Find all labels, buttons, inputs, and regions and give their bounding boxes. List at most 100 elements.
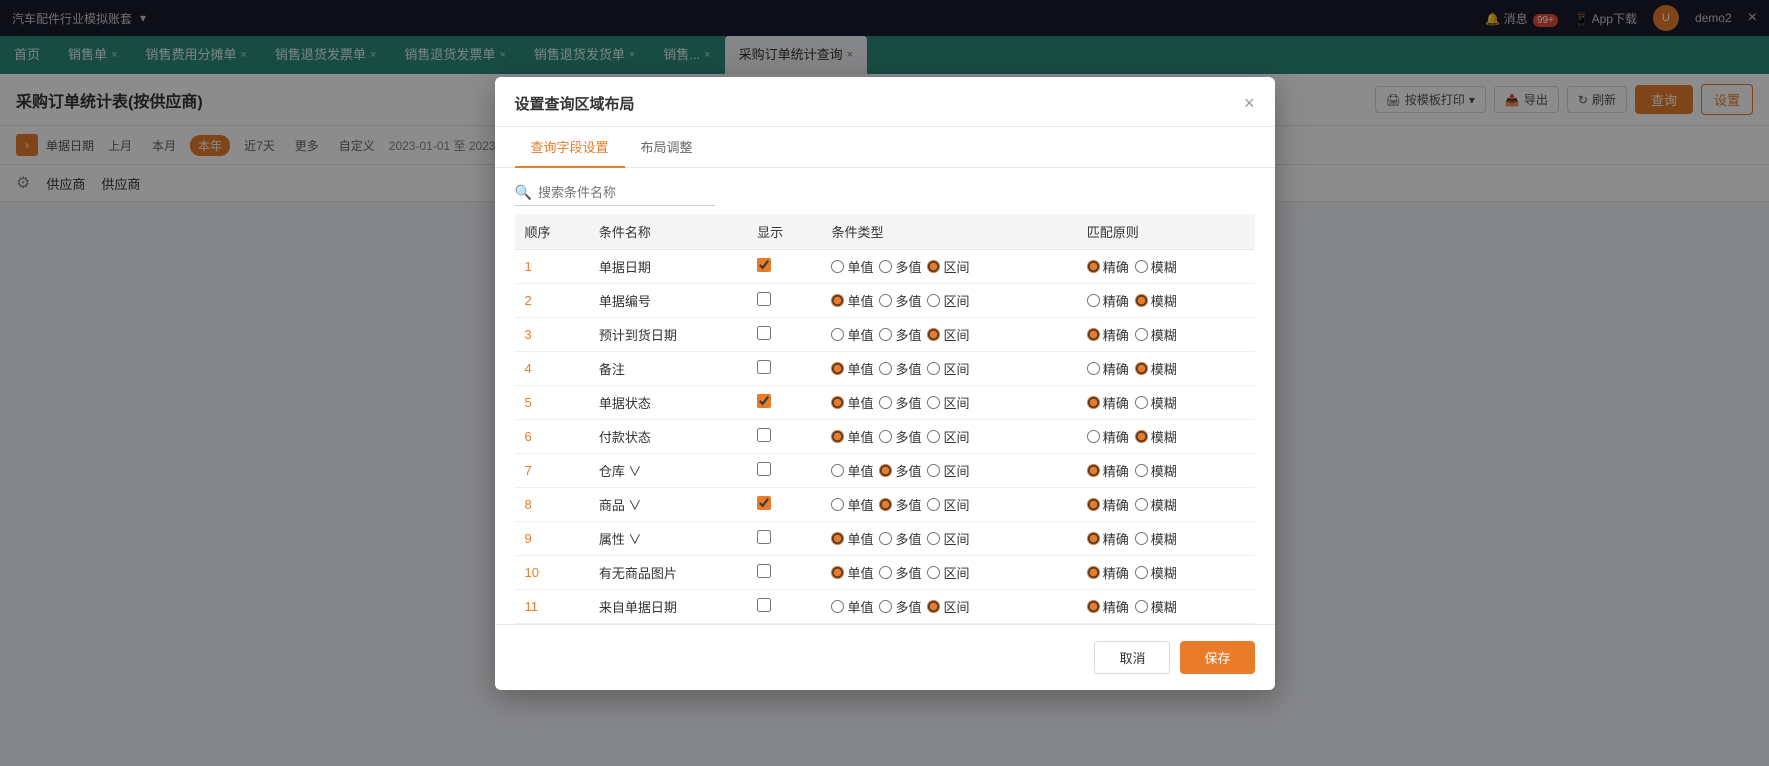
type-radio-区间[interactable]: 区间 xyxy=(927,359,969,378)
type-radio-单值[interactable]: 单值 xyxy=(831,325,873,344)
type-radio-区间[interactable]: 区间 xyxy=(927,529,969,548)
row-order: 2 xyxy=(515,283,589,317)
table-row: 4备注单值多值区间精确模糊 xyxy=(515,351,1255,385)
match-radio-精确[interactable]: 精确 xyxy=(1087,291,1129,310)
match-radio-精确[interactable]: 精确 xyxy=(1087,529,1129,548)
match-radio-精确[interactable]: 精确 xyxy=(1087,563,1129,582)
col-name: 条件名称 xyxy=(589,214,747,250)
row-display-checkbox[interactable] xyxy=(747,283,821,317)
type-radio-区间[interactable]: 区间 xyxy=(927,291,969,310)
type-radio-区间[interactable]: 区间 xyxy=(927,597,969,616)
row-display-checkbox[interactable] xyxy=(747,555,821,589)
row-order: 9 xyxy=(515,521,589,555)
type-radio-多值[interactable]: 多值 xyxy=(879,529,921,548)
type-radio-区间[interactable]: 区间 xyxy=(927,393,969,412)
type-radio-单值[interactable]: 单值 xyxy=(831,427,873,446)
type-radio-单值[interactable]: 单值 xyxy=(831,257,873,276)
row-match: 精确模糊 xyxy=(1077,521,1255,555)
type-radio-多值[interactable]: 多值 xyxy=(879,291,921,310)
type-radio-单值[interactable]: 单值 xyxy=(831,291,873,310)
display-checkbox[interactable] xyxy=(757,564,771,578)
type-radio-多值[interactable]: 多值 xyxy=(879,427,921,446)
type-radio-多值[interactable]: 多值 xyxy=(879,257,921,276)
match-radio-精确[interactable]: 精确 xyxy=(1087,393,1129,412)
match-radio-模糊[interactable]: 模糊 xyxy=(1135,563,1177,582)
match-radio-模糊[interactable]: 模糊 xyxy=(1135,495,1177,514)
row-condition-name: 付款状态 xyxy=(589,419,747,453)
match-radio-模糊[interactable]: 模糊 xyxy=(1135,291,1177,310)
match-radio-模糊[interactable]: 模糊 xyxy=(1135,597,1177,616)
type-radio-单值[interactable]: 单值 xyxy=(831,359,873,378)
type-radio-单值[interactable]: 单值 xyxy=(831,461,873,480)
row-order: 7 xyxy=(515,453,589,487)
display-checkbox[interactable] xyxy=(757,292,771,306)
row-order: 10 xyxy=(515,555,589,589)
match-radio-精确[interactable]: 精确 xyxy=(1087,461,1129,480)
row-display-checkbox[interactable] xyxy=(747,419,821,453)
type-radio-多值[interactable]: 多值 xyxy=(879,597,921,616)
search-input[interactable] xyxy=(538,185,698,200)
cancel-button[interactable]: 取消 xyxy=(1094,641,1170,674)
table-row: 10有无商品图片单值多值区间精确模糊 xyxy=(515,555,1255,589)
type-radio-单值[interactable]: 单值 xyxy=(831,597,873,616)
match-radio-精确[interactable]: 精确 xyxy=(1087,427,1129,446)
type-radio-多值[interactable]: 多值 xyxy=(879,563,921,582)
row-condition-name: 单据编号 xyxy=(589,283,747,317)
row-display-checkbox[interactable] xyxy=(747,249,821,283)
row-display-checkbox[interactable] xyxy=(747,453,821,487)
match-radio-模糊[interactable]: 模糊 xyxy=(1135,461,1177,480)
display-checkbox[interactable] xyxy=(757,360,771,374)
col-order: 顺序 xyxy=(515,214,589,250)
type-radio-区间[interactable]: 区间 xyxy=(927,325,969,344)
type-radio-多值[interactable]: 多值 xyxy=(879,393,921,412)
match-radio-精确[interactable]: 精确 xyxy=(1087,597,1129,616)
type-radio-多值[interactable]: 多值 xyxy=(879,461,921,480)
type-radio-单值[interactable]: 单值 xyxy=(831,495,873,514)
row-match: 精确模糊 xyxy=(1077,385,1255,419)
display-checkbox[interactable] xyxy=(757,394,771,408)
row-display-checkbox[interactable] xyxy=(747,351,821,385)
row-display-checkbox[interactable] xyxy=(747,385,821,419)
type-radio-区间[interactable]: 区间 xyxy=(927,461,969,480)
match-radio-模糊[interactable]: 模糊 xyxy=(1135,427,1177,446)
type-radio-区间[interactable]: 区间 xyxy=(927,495,969,514)
match-radio-模糊[interactable]: 模糊 xyxy=(1135,359,1177,378)
match-radio-模糊[interactable]: 模糊 xyxy=(1135,325,1177,344)
row-display-checkbox[interactable] xyxy=(747,589,821,623)
type-radio-多值[interactable]: 多值 xyxy=(879,325,921,344)
row-order: 11 xyxy=(515,589,589,623)
row-type: 单值多值区间 xyxy=(821,317,1076,351)
type-radio-多值[interactable]: 多值 xyxy=(879,495,921,514)
match-radio-模糊[interactable]: 模糊 xyxy=(1135,393,1177,412)
type-radio-区间[interactable]: 区间 xyxy=(927,257,969,276)
table-row: 2单据编号 单值多值区间 精确模糊 xyxy=(515,283,1255,317)
display-checkbox[interactable] xyxy=(757,326,771,340)
match-radio-模糊[interactable]: 模糊 xyxy=(1135,529,1177,548)
display-checkbox[interactable] xyxy=(757,496,771,510)
display-checkbox[interactable] xyxy=(757,598,771,612)
dialog-tab-fields[interactable]: 查询字段设置 xyxy=(515,127,625,168)
dialog-close-button[interactable]: × xyxy=(1244,93,1255,114)
row-display-checkbox[interactable] xyxy=(747,487,821,521)
match-radio-精确[interactable]: 精确 xyxy=(1087,325,1129,344)
type-radio-单值[interactable]: 单值 xyxy=(831,393,873,412)
type-radio-单值[interactable]: 单值 xyxy=(831,563,873,582)
save-button[interactable]: 保存 xyxy=(1180,641,1254,674)
match-radio-精确[interactable]: 精确 xyxy=(1087,495,1129,514)
display-checkbox[interactable] xyxy=(757,258,771,272)
row-display-checkbox[interactable] xyxy=(747,521,821,555)
row-display-checkbox[interactable] xyxy=(747,317,821,351)
type-radio-单值[interactable]: 单值 xyxy=(831,529,873,548)
dialog-tab-layout[interactable]: 布局调整 xyxy=(625,127,709,168)
display-checkbox[interactable] xyxy=(757,428,771,442)
match-radio-模糊[interactable]: 模糊 xyxy=(1135,257,1177,276)
row-match: 精确模糊 xyxy=(1077,453,1255,487)
display-checkbox[interactable] xyxy=(757,530,771,544)
row-type: 单值多值区间 xyxy=(821,249,1076,283)
type-radio-多值[interactable]: 多值 xyxy=(879,359,921,378)
display-checkbox[interactable] xyxy=(757,462,771,476)
type-radio-区间[interactable]: 区间 xyxy=(927,427,969,446)
match-radio-精确[interactable]: 精确 xyxy=(1087,257,1129,276)
match-radio-精确[interactable]: 精确 xyxy=(1087,359,1129,378)
type-radio-区间[interactable]: 区间 xyxy=(927,563,969,582)
